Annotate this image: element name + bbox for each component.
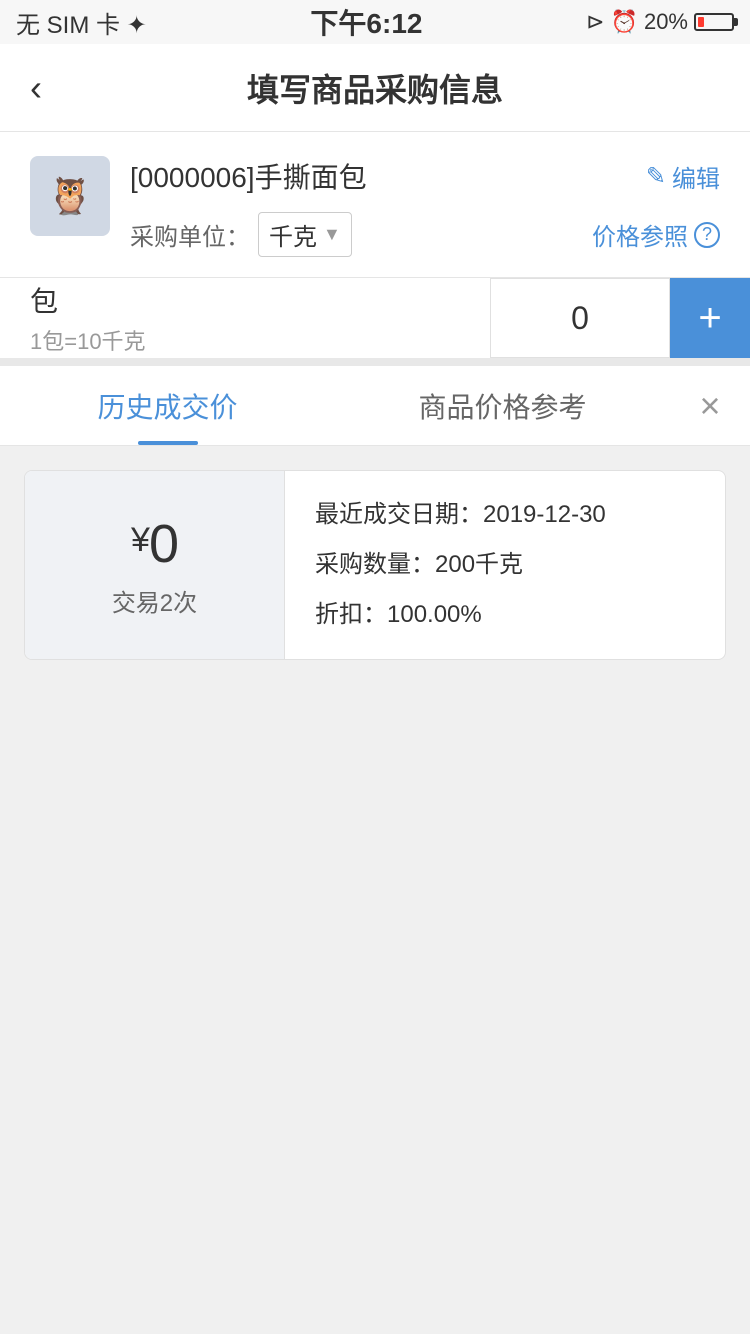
page-title: 填写商品采购信息 <box>247 65 503 111</box>
price-ref-label: 价格参照 <box>592 217 688 252</box>
product-name: [0000006]手撕面包 <box>130 156 367 196</box>
no-sim-text: 无 SIM 卡 ✦ <box>16 5 147 40</box>
tab-product-price-ref[interactable]: 商品价格参考 <box>335 366 670 445</box>
edit-button[interactable]: ✎ 编辑 <box>646 159 720 194</box>
unit-value: 千克 <box>269 217 317 252</box>
status-left: 无 SIM 卡 ✦ <box>16 5 147 40</box>
currency-symbol: ¥ <box>131 521 149 560</box>
battery-pct: 20% <box>644 9 688 35</box>
qty-detail-label: 采购数量： <box>315 551 435 578</box>
status-right: ⊳ ⏰ 20% <box>586 9 734 35</box>
price-summary: ¥0 交易2次 <box>25 471 285 659</box>
status-time: 下午6:12 <box>310 2 422 42</box>
qty-sub-label: 1包=10千克 <box>30 324 146 356</box>
main-content: 历史成交价 商品价格参考 × ¥0 交易2次 最近成交日期：2019-12-30… <box>0 366 750 1066</box>
product-card: 🦉 [0000006]手撕面包 ✎ 编辑 采购单位： 千克 ▼ <box>0 132 750 278</box>
qty-label-area: 包 1包=10千克 <box>30 280 146 356</box>
battery-indicator <box>694 13 734 31</box>
back-button[interactable]: ‹ <box>30 57 52 119</box>
date-value: 2019-12-30 <box>483 501 606 528</box>
price-amount-display: ¥0 <box>131 513 178 575</box>
edit-label: 编辑 <box>672 159 720 194</box>
status-bar: 无 SIM 卡 ✦ 下午6:12 ⊳ ⏰ 20% <box>0 0 750 44</box>
alarm-icon: ⏰ <box>611 9 638 35</box>
trades-count: 交易2次 <box>112 583 197 618</box>
discount-value: 100.00% <box>387 601 482 628</box>
price-details: 最近成交日期：2019-12-30 采购数量：200千克 折扣：100.00% <box>285 471 725 659</box>
price-discount-row: 折扣：100.00% <box>315 597 695 633</box>
tab-history-label: 历史成交价 <box>97 386 237 426</box>
qty-input-area: + <box>490 278 750 358</box>
edit-icon: ✎ <box>646 162 666 191</box>
page-header: ‹ 填写商品采购信息 <box>0 44 750 132</box>
price-reference-button[interactable]: 价格参照 ? <box>592 217 720 252</box>
discount-label: 折扣： <box>315 601 387 628</box>
unit-label: 采购单位： <box>130 217 250 252</box>
product-info: [0000006]手撕面包 ✎ 编辑 采购单位： 千克 ▼ 价格参照 ? <box>130 156 720 257</box>
location-icon: ⊳ <box>586 9 604 35</box>
tab-close-button[interactable]: × <box>670 366 750 445</box>
product-image: 🦉 <box>30 156 110 236</box>
price-ref-info-icon: ? <box>694 222 720 248</box>
quantity-section: 包 1包=10千克 + <box>0 278 750 366</box>
qty-plus-button[interactable]: + <box>670 278 750 358</box>
tab-history-price[interactable]: 历史成交价 <box>0 366 335 445</box>
price-card: ¥0 交易2次 最近成交日期：2019-12-30 采购数量：200千克 折扣：… <box>24 470 726 660</box>
qty-detail-value: 200千克 <box>435 551 523 578</box>
price-date-row: 最近成交日期：2019-12-30 <box>315 497 695 533</box>
date-label: 最近成交日期： <box>315 501 483 528</box>
quantity-input[interactable] <box>490 278 670 358</box>
product-owl-icon: 🦉 <box>48 175 93 217</box>
tab-product-price-label: 商品价格参考 <box>418 386 586 426</box>
tab-underline <box>138 441 198 445</box>
unit-select[interactable]: 千克 ▼ <box>258 212 352 257</box>
price-qty-row: 采购数量：200千克 <box>315 547 695 583</box>
unit-dropdown-icon: ▼ <box>323 224 341 245</box>
price-value: 0 <box>149 514 178 574</box>
qty-main-label: 包 <box>30 280 146 320</box>
tab-bar: 历史成交价 商品价格参考 × <box>0 366 750 446</box>
